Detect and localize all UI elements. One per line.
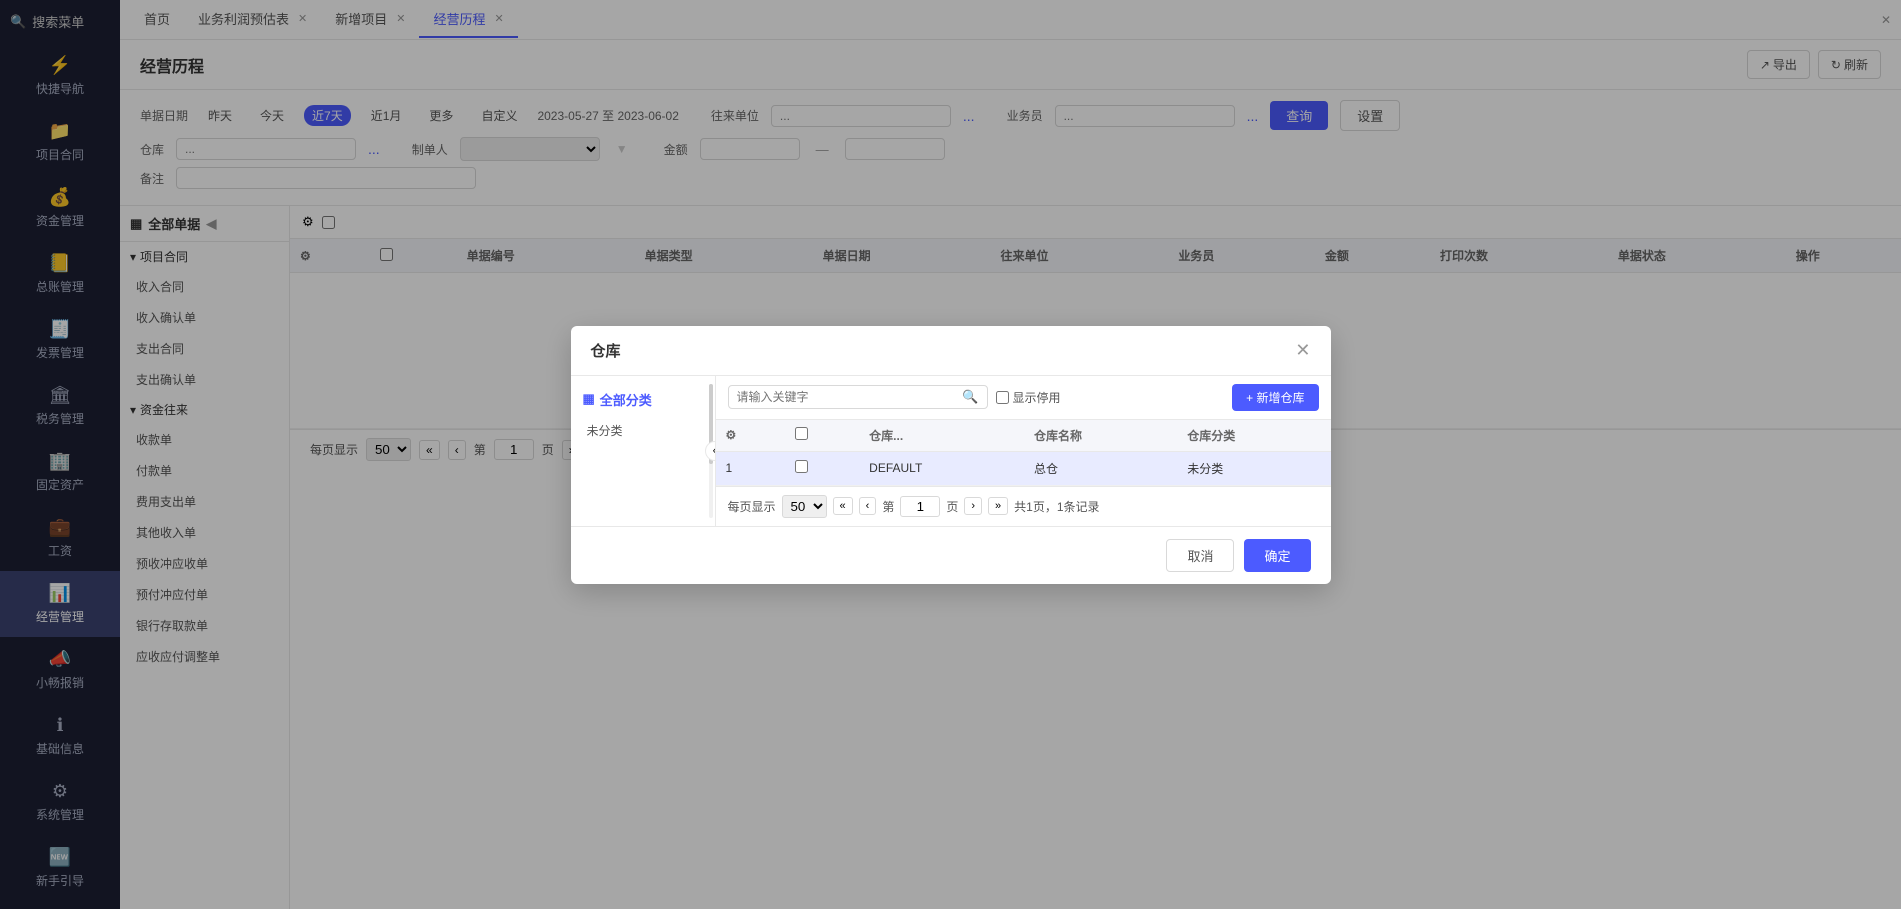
modal-title: 仓库 xyxy=(591,340,621,361)
modal-overlay: 仓库 ✕ ▦ 全部分类 未分类 ‹ xyxy=(0,0,1901,909)
modal-per-page-select[interactable]: 50 xyxy=(782,495,827,518)
add-warehouse-button[interactable]: + 新增仓库 xyxy=(1232,384,1318,411)
table-row[interactable]: 1 DEFAULT 总仓 未分类 xyxy=(716,451,1331,485)
row-check xyxy=(785,451,859,485)
modal-col-category[interactable]: 仓库分类 xyxy=(1177,420,1330,452)
modal-first-page-btn[interactable]: « xyxy=(833,497,853,515)
modal-confirm-button[interactable]: 确定 xyxy=(1244,539,1310,572)
grid-icon2: ▦ xyxy=(583,391,595,407)
modal-header: 仓库 ✕ xyxy=(571,326,1331,376)
row-checkbox[interactable] xyxy=(795,460,808,473)
modal-per-page-label: 每页显示 xyxy=(728,498,776,515)
modal-col-name[interactable]: 仓库名称 xyxy=(1024,420,1177,452)
modal-close-button[interactable]: ✕ xyxy=(1295,340,1310,361)
modal-data-table: ⚙ 仓库... 仓库名称 仓库分类 1 DEFAULT xyxy=(716,420,1331,486)
modal-last-page-btn[interactable]: » xyxy=(988,497,1008,515)
show-disabled-text: 显示停用 xyxy=(1013,389,1061,406)
modal-search-icon[interactable]: 🔍 xyxy=(962,389,978,405)
modal-prev-page-btn[interactable]: ‹ xyxy=(859,497,877,515)
modal-table-wrap: ⚙ 仓库... 仓库名称 仓库分类 1 DEFAULT xyxy=(716,420,1331,486)
show-disabled-checkbox[interactable] xyxy=(996,391,1009,404)
modal-search-wrap: 🔍 xyxy=(728,385,988,409)
row-name: 总仓 xyxy=(1024,451,1177,485)
modal-search-input[interactable] xyxy=(737,390,958,404)
modal-body: ▦ 全部分类 未分类 ‹ 🔍 xyxy=(571,376,1331,526)
modal-all-categories-label: 全部分类 xyxy=(600,390,652,409)
modal-left-collapse-btn[interactable]: ‹ xyxy=(705,441,716,461)
modal-total-label: 共1页，1条记录 xyxy=(1014,498,1099,515)
modal-next-page-btn[interactable]: › xyxy=(964,497,982,515)
modal-page-input[interactable] xyxy=(900,496,940,517)
modal-col-code[interactable]: 仓库... xyxy=(859,420,1024,452)
show-disabled-label[interactable]: 显示停用 xyxy=(996,389,1061,406)
modal-pagination: 每页显示 50 « ‹ 第 页 › » 共1页，1条记录 xyxy=(716,486,1331,526)
modal-cancel-button[interactable]: 取消 xyxy=(1166,539,1234,572)
gear-icon: ⚙ xyxy=(726,428,737,442)
modal-col-settings: ⚙ xyxy=(716,420,785,452)
modal-category-panel: ▦ 全部分类 未分类 ‹ xyxy=(571,376,716,526)
warehouse-modal: 仓库 ✕ ▦ 全部分类 未分类 ‹ xyxy=(571,326,1331,584)
modal-footer: 取消 确定 xyxy=(571,526,1331,584)
modal-page-unit: 页 xyxy=(946,498,958,515)
row-category: 未分类 xyxy=(1177,451,1330,485)
modal-page-word: 第 xyxy=(882,498,894,515)
modal-category-unclassified[interactable]: 未分类 xyxy=(571,415,715,446)
modal-right-panel: 🔍 显示停用 + 新增仓库 ⚙ xyxy=(716,376,1331,526)
modal-toolbar: 🔍 显示停用 + 新增仓库 xyxy=(716,376,1331,420)
row-index: 1 xyxy=(716,451,785,485)
modal-all-categories-item[interactable]: ▦ 全部分类 xyxy=(571,384,715,415)
modal-col-check xyxy=(785,420,859,452)
modal-table-select-all[interactable] xyxy=(795,427,808,440)
row-code: DEFAULT xyxy=(859,451,1024,485)
